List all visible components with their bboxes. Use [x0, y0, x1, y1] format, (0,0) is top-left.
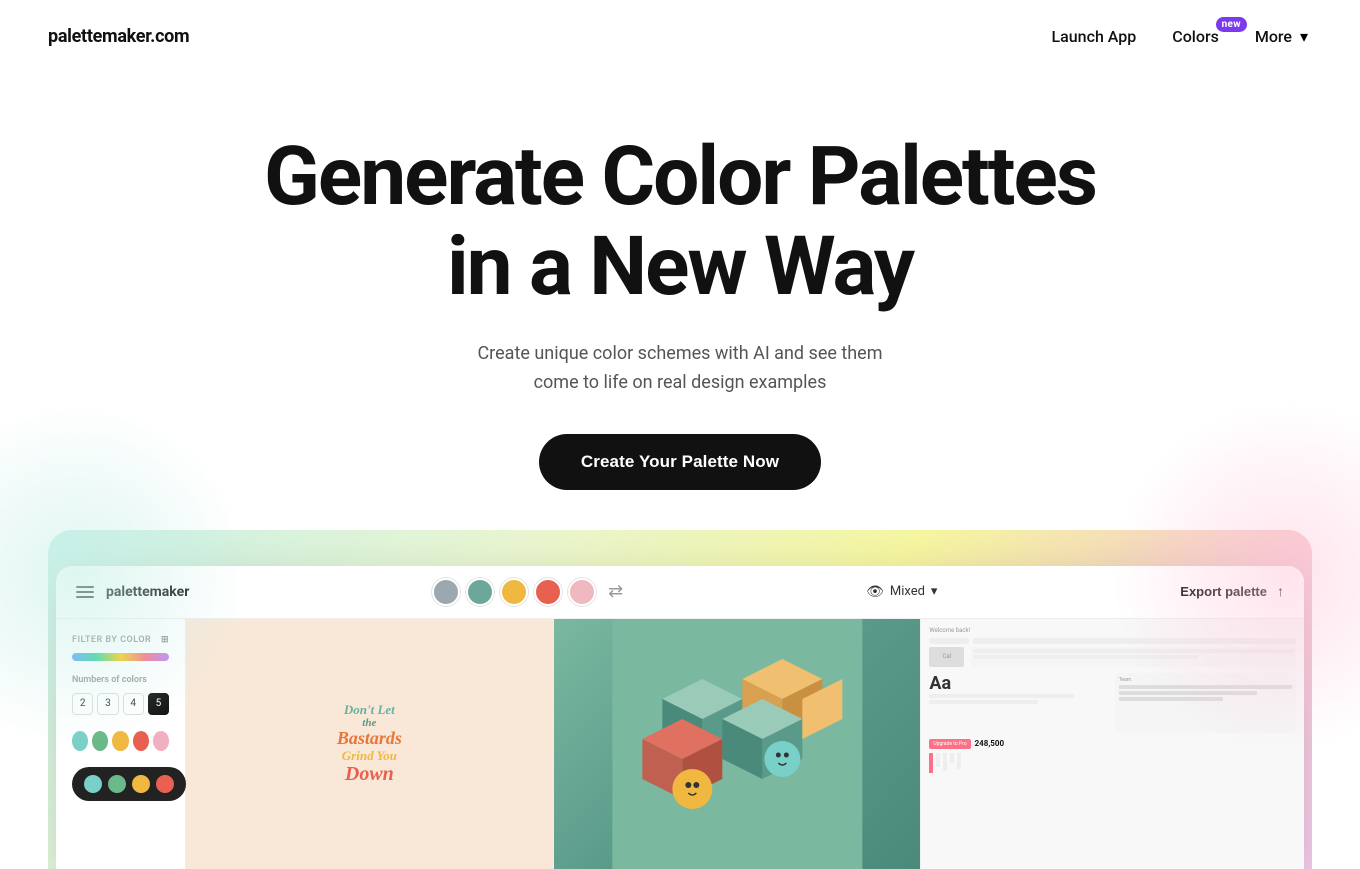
preview-section: palettemaker ⇄ 👁 Mixed ▾ Export palette …	[48, 530, 1312, 869]
app-topbar-right: Export palette ↑	[1180, 583, 1284, 600]
chevron-down-icon: ▾	[1296, 28, 1312, 44]
num-btn-4[interactable]: 4	[123, 693, 144, 715]
view-mode-chevron: ▾	[931, 584, 938, 599]
typography-art: Don't Let the Bastards Grind You Down	[186, 619, 553, 869]
mini-swatches	[72, 731, 169, 751]
panel-isometric	[554, 619, 922, 869]
ui-row-2: Cal	[929, 647, 1296, 667]
pill-dot-4	[156, 775, 174, 793]
num-btn-5[interactable]: 5	[148, 693, 169, 715]
upload-icon[interactable]: ↑	[1277, 583, 1284, 600]
create-palette-button[interactable]: Create Your Palette Now	[539, 434, 821, 490]
hero-subtitle: Create unique color schemes with AI and …	[477, 340, 882, 398]
app-topbar-left: palettemaker	[76, 584, 189, 600]
export-palette-button[interactable]: Export palette	[1180, 584, 1267, 599]
view-mode-selector[interactable]: 👁 Mixed ▾	[866, 584, 937, 600]
new-badge: new	[1216, 17, 1247, 32]
nav-right: Launch App Colors new More ▾	[1052, 27, 1312, 46]
color-bar	[72, 653, 169, 661]
num-buttons: 2 3 4 5	[72, 693, 169, 715]
mini-swatch-5[interactable]	[153, 731, 169, 751]
mini-swatch-2[interactable]	[92, 731, 108, 751]
ui-stats-value: 248,500	[975, 739, 1005, 748]
ui-bottom-row: Upgrade to Pro 248,500	[929, 739, 1296, 749]
ui-row-1	[929, 638, 1296, 644]
app-brand-label: palettemaker	[106, 584, 189, 600]
colors-label: Colors	[1172, 27, 1219, 46]
navbar: palettemaker.com Launch App Colors new M…	[0, 0, 1360, 72]
app-content: Filter by color ⊞ Numbers of colors 2 3 …	[56, 619, 1304, 869]
more-nav-item[interactable]: More ▾	[1255, 27, 1312, 46]
pill-dot-1	[84, 775, 102, 793]
mini-swatch-3[interactable]	[112, 731, 128, 751]
num-btn-3[interactable]: 3	[97, 693, 118, 715]
image-panels: Don't Let the Bastards Grind You Down	[186, 619, 1304, 869]
ui-aa-text: Aa	[929, 673, 1110, 694]
ui-upgrade-btn: Upgrade to Pro	[929, 739, 970, 749]
pill-dot-3	[132, 775, 150, 793]
filter-icon[interactable]: ⊞	[161, 635, 169, 645]
nav-logo: palettemaker.com	[48, 26, 189, 47]
filter-label: Filter by color ⊞	[72, 635, 169, 645]
mini-swatch-4[interactable]	[133, 731, 149, 751]
more-label: More	[1255, 27, 1292, 46]
panel-ui-screenshot: Welcome back! Cal Aa	[921, 619, 1304, 869]
num-colors-label: Numbers of colors	[72, 675, 169, 685]
eye-icon: 👁	[866, 584, 884, 600]
swatch-5[interactable]	[568, 578, 596, 606]
swatch-2[interactable]	[466, 578, 494, 606]
color-swatches-row: ⇄	[432, 578, 623, 606]
num-btn-2[interactable]: 2	[72, 693, 93, 715]
app-sidebar: Filter by color ⊞ Numbers of colors 2 3 …	[56, 619, 186, 869]
launch-app-link[interactable]: Launch App	[1052, 27, 1137, 46]
pill-dot-2	[108, 775, 126, 793]
swatch-3[interactable]	[500, 578, 528, 606]
app-mockup: palettemaker ⇄ 👁 Mixed ▾ Export palette …	[56, 566, 1304, 869]
colors-nav-item[interactable]: Colors new	[1172, 27, 1219, 46]
hamburger-icon[interactable]	[76, 586, 94, 598]
hero-section: Generate Color Palettes in a New Way Cre…	[0, 72, 1360, 530]
dark-pill	[72, 767, 186, 801]
hero-title: Generate Color Palettes in a New Way	[264, 132, 1096, 312]
swatch-1[interactable]	[432, 578, 460, 606]
mini-swatch-1[interactable]	[72, 731, 88, 751]
ui-chart	[929, 753, 1296, 773]
panel-typography: Don't Let the Bastards Grind You Down	[186, 619, 554, 869]
shuffle-icon[interactable]: ⇄	[608, 581, 623, 602]
swatch-4[interactable]	[534, 578, 562, 606]
ui-main-content: Aa Team	[929, 673, 1296, 733]
app-topbar: palettemaker ⇄ 👁 Mixed ▾ Export palette …	[56, 566, 1304, 619]
ui-header: Welcome back!	[929, 627, 1296, 634]
view-mode-label: Mixed	[890, 584, 925, 599]
